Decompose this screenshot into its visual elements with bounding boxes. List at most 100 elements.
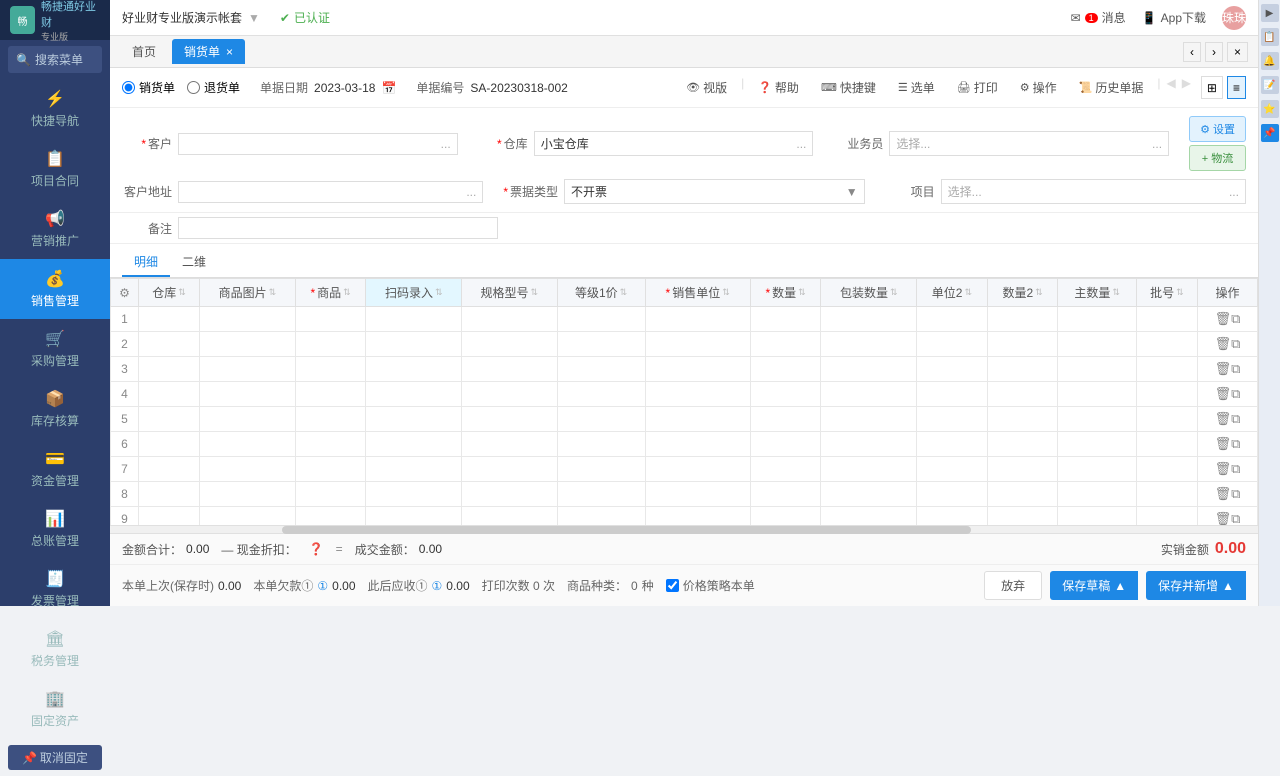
delete-row-btn[interactable]: 🗑	[1215, 486, 1232, 502]
warehouse-label: 仓库	[478, 135, 528, 152]
th-pack-qty[interactable]: 包装数量⇅	[821, 279, 917, 307]
th-barcode[interactable]: 扫码录入⇅	[366, 279, 462, 307]
address-input[interactable]: ...	[178, 181, 483, 203]
sidebar-item-ledger[interactable]: 📊 总账管理	[0, 499, 110, 559]
right-panel-btn-5[interactable]: ⭐	[1261, 100, 1279, 118]
sidebar-item-invoice[interactable]: 🧾 发票管理	[0, 559, 110, 619]
help-button[interactable]: ❓ 帮助	[750, 76, 807, 99]
sidebar-item-inventory[interactable]: 📦 库存核算	[0, 379, 110, 439]
address-dots[interactable]: ...	[466, 185, 476, 199]
user-avatar-area[interactable]: 珠珠	[1222, 6, 1246, 30]
grid-view-btn[interactable]: ⊞	[1201, 76, 1223, 99]
customer-input[interactable]: ...	[178, 133, 458, 155]
print-button[interactable]: 🖨 打印	[949, 76, 1006, 99]
copy-row-btn[interactable]: ⧉	[1231, 511, 1240, 525]
app-download-button[interactable]: 📱 App下载	[1142, 9, 1206, 26]
sidebar-item-marketing[interactable]: 📢 营销推广	[0, 199, 110, 259]
warehouse-input[interactable]: 小宝仓库 ...	[534, 131, 814, 156]
shortcuts-button[interactable]: ⌨ 快捷键	[813, 76, 884, 99]
tab-prev-button[interactable]: ‹	[1183, 42, 1201, 62]
ticket-select[interactable]: 不开票 ▼	[564, 179, 865, 204]
help-icon-2[interactable]: ①	[317, 579, 328, 593]
sidebar-item-funds[interactable]: 💳 资金管理	[0, 439, 110, 499]
project-input[interactable]: 选择... ...	[941, 179, 1246, 204]
ops-button[interactable]: ⚙ 操作	[1012, 76, 1065, 99]
warehouse-dots[interactable]: ...	[796, 137, 806, 151]
history-button[interactable]: 📜 历史单据	[1071, 76, 1152, 99]
copy-row-btn[interactable]: ⧉	[1231, 386, 1240, 402]
notes-input[interactable]	[178, 217, 498, 239]
tab-detail[interactable]: 明细	[122, 248, 170, 277]
tab-close-button[interactable]: ×	[1227, 42, 1248, 62]
right-panel-btn-2[interactable]: 📋	[1261, 28, 1279, 46]
sidebar-item-fixed-assets[interactable]: 🏢 固定资产	[0, 679, 110, 739]
customer-dots[interactable]: ...	[441, 137, 451, 151]
th-qty2[interactable]: 数量2⇅	[987, 279, 1058, 307]
price-check-checkbox[interactable]	[666, 579, 679, 592]
copy-row-btn[interactable]: ⧉	[1231, 311, 1240, 327]
th-qty[interactable]: *数量⇅	[750, 279, 821, 307]
select-button[interactable]: ☰ 选单	[890, 76, 943, 99]
message-button[interactable]: ✉ 1 消息	[1071, 9, 1126, 26]
th-settings[interactable]: ⚙	[111, 279, 139, 307]
right-panel-btn-4[interactable]: 📝	[1261, 76, 1279, 94]
delete-row-btn[interactable]: 🗑	[1215, 436, 1232, 452]
radio-return-order[interactable]: 退货单	[187, 79, 240, 96]
th-unit[interactable]: *销售单位⇅	[645, 279, 750, 307]
staff-dots[interactable]: ...	[1152, 137, 1162, 151]
copy-row-btn[interactable]: ⧉	[1231, 486, 1240, 502]
help-icon-3[interactable]: ①	[432, 579, 443, 593]
settings-button[interactable]: ⚙ 设置	[1189, 116, 1246, 142]
tab-next-button[interactable]: ›	[1205, 42, 1223, 62]
copy-row-btn[interactable]: ⧉	[1231, 411, 1240, 427]
copy-row-btn[interactable]: ⧉	[1231, 461, 1240, 477]
delete-row-btn[interactable]: 🗑	[1215, 411, 1232, 427]
abandon-button[interactable]: 放弃	[984, 571, 1042, 600]
right-panel-btn-1[interactable]: ▶	[1261, 4, 1279, 22]
sidebar-item-quick-nav[interactable]: ⚡ 快捷导航	[0, 79, 110, 139]
sidebar-item-purchase[interactable]: 🛒 采购管理	[0, 319, 110, 379]
logistics-button[interactable]: + 物流	[1189, 145, 1246, 171]
th-main-qty[interactable]: 主数量⇅	[1058, 279, 1136, 307]
search-menu-button[interactable]: 🔍 搜索菜单	[8, 46, 102, 73]
help-icon[interactable]: ❓	[309, 542, 324, 556]
sidebar-item-tax[interactable]: 🏛 税务管理	[0, 619, 110, 679]
settings-icon[interactable]: ⚙	[119, 286, 130, 300]
th-batch[interactable]: 批号⇅	[1136, 279, 1197, 307]
th-unit2[interactable]: 单位2⇅	[917, 279, 988, 307]
customer-label: 客户	[122, 135, 172, 152]
horizontal-scrollbar[interactable]	[110, 525, 1258, 533]
sidebar-item-sales[interactable]: 💰 销售管理	[0, 259, 110, 319]
save-draft-button[interactable]: 保存草稿 ▲	[1050, 571, 1138, 600]
view-button[interactable]: 👁 视版	[678, 76, 735, 99]
tab-home[interactable]: 首页	[120, 39, 168, 64]
tab-sales-order[interactable]: 销货单 ×	[172, 39, 245, 64]
calendar-icon[interactable]: 📅	[381, 81, 396, 95]
right-panel-btn-6[interactable]: 📌	[1261, 124, 1279, 142]
delete-row-btn[interactable]: 🗑	[1215, 311, 1232, 327]
th-product-image[interactable]: 商品图片⇅	[200, 279, 296, 307]
scrollbar-thumb[interactable]	[282, 526, 971, 534]
tab-2d[interactable]: 二维	[170, 248, 218, 277]
cancel-pin-button[interactable]: 📌 取消固定	[8, 745, 102, 770]
copy-row-btn[interactable]: ⧉	[1231, 336, 1240, 352]
th-price[interactable]: 等级1价⇅	[557, 279, 645, 307]
project-dots[interactable]: ...	[1229, 185, 1239, 199]
delete-row-btn[interactable]: 🗑	[1215, 511, 1232, 525]
sidebar-item-project[interactable]: 📋 项目合同	[0, 139, 110, 199]
th-spec[interactable]: 规格型号⇅	[462, 279, 558, 307]
radio-sales-order[interactable]: 销货单	[122, 79, 175, 96]
delete-row-btn[interactable]: 🗑	[1215, 461, 1232, 477]
list-view-btn[interactable]: ≡	[1227, 76, 1246, 99]
delete-row-btn[interactable]: 🗑	[1215, 386, 1232, 402]
delete-row-btn[interactable]: 🗑	[1215, 361, 1232, 377]
tab-close-icon[interactable]: ×	[226, 45, 233, 59]
staff-input[interactable]: 选择... ...	[889, 131, 1169, 156]
copy-row-btn[interactable]: ⧉	[1231, 436, 1240, 452]
delete-row-btn[interactable]: 🗑	[1215, 336, 1232, 352]
save-new-button[interactable]: 保存并新增 ▲	[1146, 571, 1246, 600]
right-panel-btn-3[interactable]: 🔔	[1261, 52, 1279, 70]
th-warehouse[interactable]: 仓库⇅	[139, 279, 200, 307]
th-product[interactable]: *商品⇅	[295, 279, 366, 307]
copy-row-btn[interactable]: ⧉	[1231, 361, 1240, 377]
